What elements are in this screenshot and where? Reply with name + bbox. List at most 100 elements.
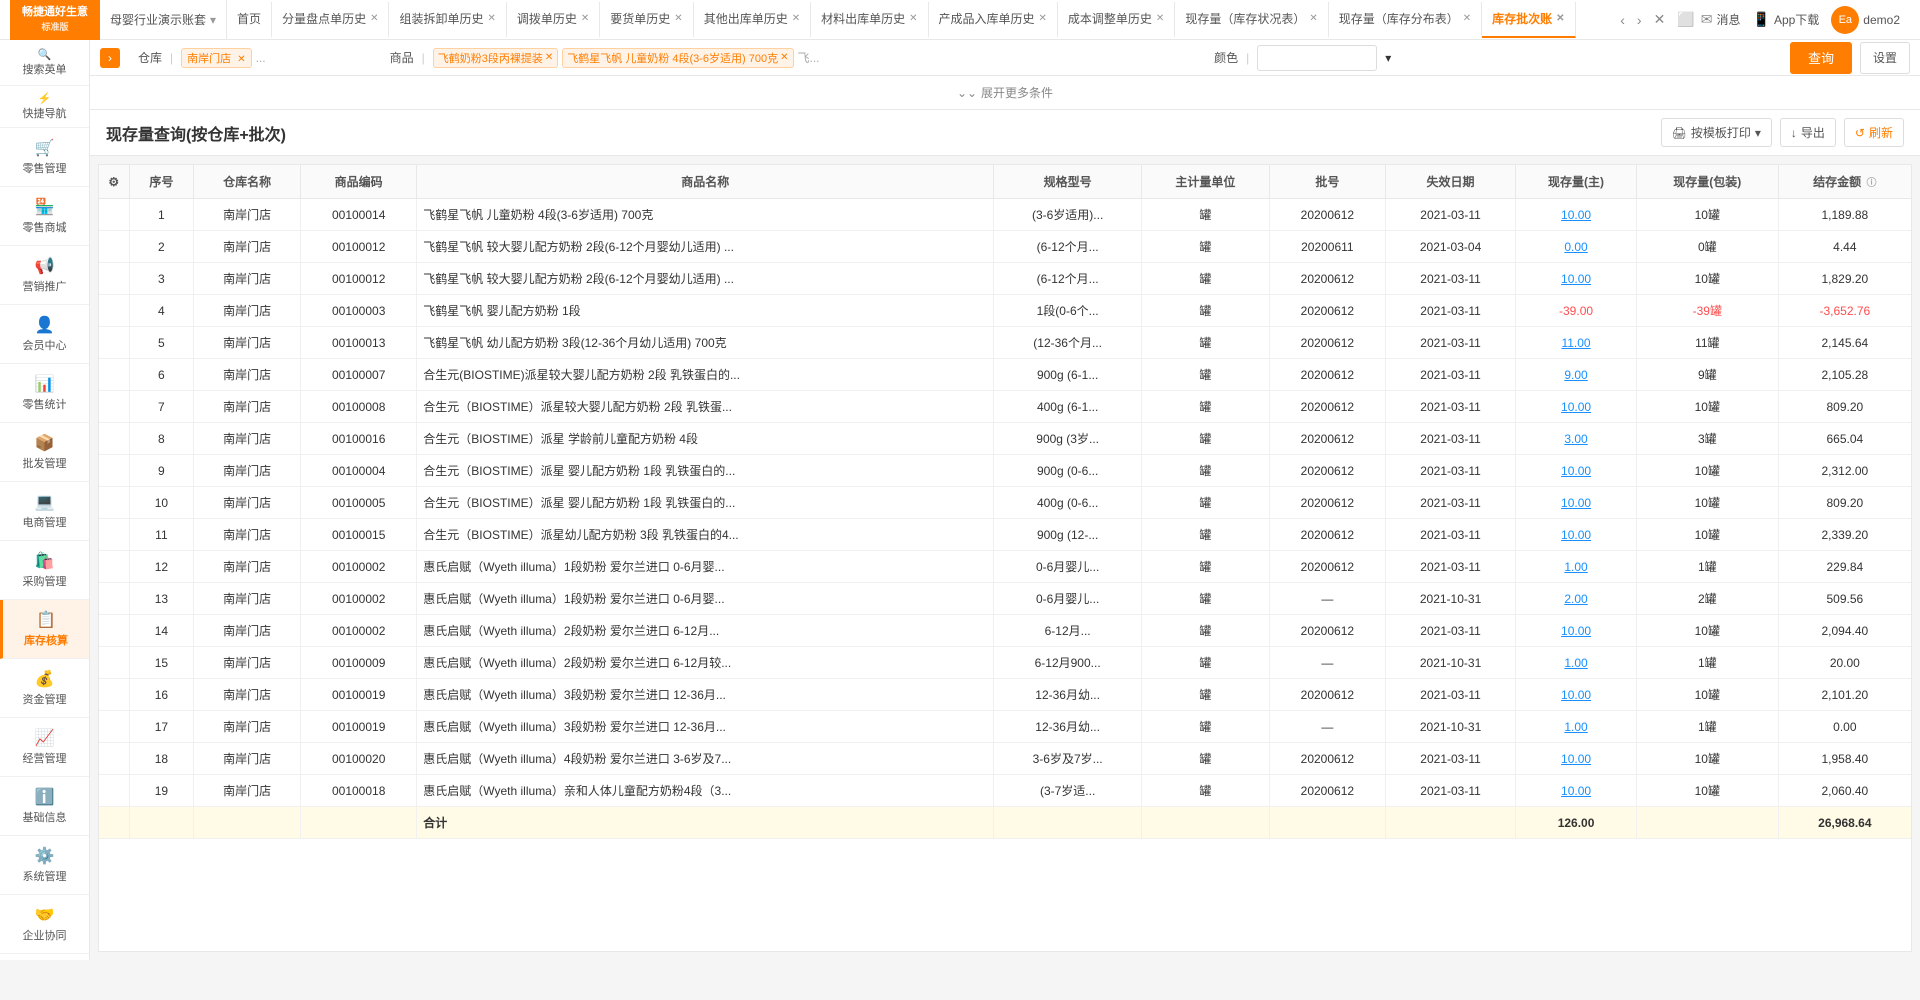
sidebar-item-batch[interactable]: 📦 批发管理: [0, 423, 89, 482]
goods-tag-1-close[interactable]: ✕: [545, 52, 553, 63]
td-stock-main[interactable]: 2.00: [1516, 583, 1637, 615]
table-row: 19南岸门店00100018惠氏启赋（Wyeth illuma）亲和人体儿童配方…: [99, 775, 1911, 807]
td-stock-main[interactable]: 10.00: [1516, 615, 1637, 647]
warehouse-tag-south[interactable]: 南岸门店 ✕: [181, 48, 251, 68]
tab-close-all-btn[interactable]: ✕: [1648, 11, 1672, 28]
sidebar-item-inventory[interactable]: 📋 库存核算: [0, 600, 89, 659]
td-stock-main[interactable]: 10.00: [1516, 391, 1637, 423]
sidebar-item-basic[interactable]: ℹ️ 基础信息: [0, 777, 89, 836]
td-goods-name: 飞鹤星飞帆 婴儿配方奶粉 1段: [417, 295, 994, 327]
sidebar-item-marketing[interactable]: 📢 营销推广: [0, 246, 89, 305]
enterprise-label: 企业协同: [5, 927, 84, 943]
goods-tag-2[interactable]: 飞鹤星飞帆 儿童奶粉 4段(3-6岁适用) 700克 ✕: [562, 48, 793, 68]
tab-close[interactable]: ✕: [1556, 13, 1564, 24]
sidebar-item-member[interactable]: 👤 会员中心: [0, 305, 89, 364]
finance-icon: 💰: [5, 669, 84, 689]
tab-dismantle[interactable]: 组装拆卸单历史 ✕: [389, 2, 506, 38]
table-row: 14南岸门店00100002惠氏启赋（Wyeth illuma）2段奶粉 爱尔兰…: [99, 615, 1911, 647]
td-stock-main[interactable]: 10.00: [1516, 263, 1637, 295]
tab-close[interactable]: ✕: [1309, 13, 1317, 24]
template-print-btn[interactable]: 🖨 按模板打印 ▾: [1661, 118, 1772, 147]
td-goods-code: 00100013: [301, 327, 417, 359]
tab-batch-ledger[interactable]: 库存批次账 ✕: [1482, 2, 1575, 38]
sidebar-item-retail-stats[interactable]: 📊 零售统计: [0, 364, 89, 423]
td-stock-main[interactable]: 10.00: [1516, 519, 1637, 551]
td-stock-main[interactable]: 10.00: [1516, 679, 1637, 711]
tab-mix[interactable]: 调拨单历史 ✕: [507, 2, 600, 38]
td-balance: 1,958.40: [1778, 743, 1911, 775]
tab-prev-btn[interactable]: ‹: [1614, 12, 1631, 28]
goods-tag-1[interactable]: 飞鹤奶粉3段丙裸提装 ✕: [433, 48, 559, 68]
td-stock-main[interactable]: 10.00: [1516, 199, 1637, 231]
th-settings[interactable]: ⚙: [99, 165, 129, 199]
td-unit: 罐: [1141, 711, 1269, 743]
expand-more-btn[interactable]: ⌄⌄ 展开更多条件: [953, 80, 1057, 105]
tab-close[interactable]: ✕: [487, 13, 495, 24]
tab-close[interactable]: ✕: [674, 13, 682, 24]
message-btn[interactable]: ✉ 消息: [1701, 11, 1741, 28]
app-download-btn[interactable]: 📱 App下载: [1753, 11, 1820, 28]
tab-home[interactable]: 首页: [227, 2, 272, 38]
tab-close[interactable]: ✕: [909, 13, 917, 24]
td-stock-main[interactable]: 10.00: [1516, 775, 1637, 807]
td-stock-main[interactable]: 3.00: [1516, 423, 1637, 455]
sidebar-item-enterprise[interactable]: 🤝 企业协同: [0, 895, 89, 954]
tab-close[interactable]: ✕: [792, 13, 800, 24]
sidebar-item-retail[interactable]: 🛒 零售管理: [0, 128, 89, 187]
sidebar-item-ecommerce[interactable]: 💻 电商管理: [0, 482, 89, 541]
tab-inv-status[interactable]: 现存量（库存状况表） ✕: [1175, 2, 1328, 38]
tab-partial-inventory[interactable]: 分量盘点单历史 ✕: [272, 2, 389, 38]
td-stock-main[interactable]: 9.00: [1516, 359, 1637, 391]
td-checkbox: [99, 583, 129, 615]
tab-close[interactable]: ✕: [581, 13, 589, 24]
td-stock-main[interactable]: 11.00: [1516, 327, 1637, 359]
tab-more-btn[interactable]: ⬜: [1671, 11, 1700, 28]
td-stock-main[interactable]: 1.00: [1516, 647, 1637, 679]
td-checkbox: [99, 711, 129, 743]
user-name: demo2: [1863, 13, 1900, 27]
tab-inv-dist[interactable]: 现存量（库存分布表） ✕: [1329, 2, 1482, 38]
sidebar-item-purchase[interactable]: 🛍️ 采购管理: [0, 541, 89, 600]
td-stock-main[interactable]: 10.00: [1516, 743, 1637, 775]
goods-tag-2-close[interactable]: ✕: [780, 52, 788, 63]
tab-close[interactable]: ✕: [370, 13, 378, 24]
td-stock-main[interactable]: 1.00: [1516, 711, 1637, 743]
tab-product-inbound[interactable]: 产成品入库单历史 ✕: [929, 2, 1058, 38]
tab-next-btn[interactable]: ›: [1631, 12, 1648, 28]
settings-button[interactable]: 设置: [1860, 42, 1910, 74]
sidebar-item-business[interactable]: 📈 经营管理: [0, 718, 89, 777]
goods-more-dots[interactable]: 飞...: [798, 49, 820, 66]
sidebar-search[interactable]: 🔍 搜索英单: [0, 40, 89, 86]
sidebar-expand-btn[interactable]: ›: [100, 48, 120, 68]
warehouse-tag-close[interactable]: ✕: [237, 54, 245, 65]
td-stock-main[interactable]: -39.00: [1516, 295, 1637, 327]
td-balance: 0.00: [1778, 711, 1911, 743]
sidebar-quick-nav[interactable]: ⚡ 快捷导航: [0, 86, 89, 128]
balance-info-icon[interactable]: ⓘ: [1867, 178, 1877, 189]
warehouse-more-dots[interactable]: ...: [256, 51, 266, 65]
tab-close[interactable]: ✕: [1039, 13, 1047, 24]
tab-close[interactable]: ✕: [1463, 13, 1471, 24]
query-button[interactable]: 查询: [1790, 42, 1852, 74]
sidebar-item-retail-mall[interactable]: 🏪 零售商城: [0, 187, 89, 246]
export-btn[interactable]: ↓ 导出: [1780, 118, 1836, 147]
td-balance: 1,829.20: [1778, 263, 1911, 295]
td-goods-code: 00100004: [301, 455, 417, 487]
refresh-btn[interactable]: ↺ 刷新: [1844, 118, 1904, 147]
tab-material[interactable]: 材料出库单历史 ✕: [811, 2, 928, 38]
tab-other-outbound[interactable]: 其他出库单历史 ✕: [694, 2, 811, 38]
td-stock-main[interactable]: 1.00: [1516, 551, 1637, 583]
sidebar-item-guide[interactable]: 🎯 新手引导: [0, 954, 89, 960]
tab-close[interactable]: ✕: [1156, 13, 1164, 24]
tab-requisition[interactable]: 要货单历史 ✕: [600, 2, 693, 38]
td-stock-main[interactable]: 0.00: [1516, 231, 1637, 263]
goods-tag-1-label: 飞鹤奶粉3段丙裸提装: [438, 50, 543, 66]
user-area[interactable]: Ea demo2: [1831, 6, 1900, 34]
color-filter-input[interactable]: [1257, 45, 1377, 71]
sidebar-item-finance[interactable]: 💰 资金管理: [0, 659, 89, 718]
industry-selector[interactable]: 母婴行业演示账套 ▾: [100, 0, 227, 39]
td-stock-main[interactable]: 10.00: [1516, 487, 1637, 519]
td-stock-main[interactable]: 10.00: [1516, 455, 1637, 487]
tab-cost[interactable]: 成本调整单历史 ✕: [1058, 2, 1175, 38]
sidebar-item-system[interactable]: ⚙️ 系统管理: [0, 836, 89, 895]
